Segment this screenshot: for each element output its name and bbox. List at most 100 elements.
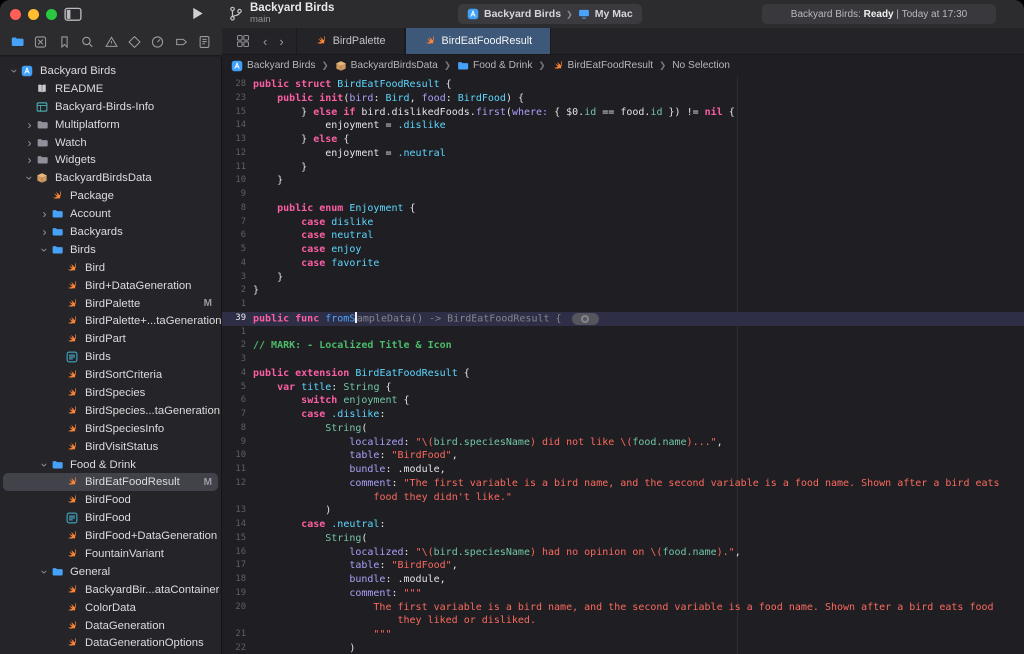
sidebar-item-birdspecies-tageneration[interactable]: BirdSpecies...taGeneration bbox=[0, 402, 221, 420]
code-line[interactable]: 17 table: "BirdFood", bbox=[222, 559, 1024, 573]
sidebar-item-birdfood[interactable]: BirdFood bbox=[0, 491, 221, 509]
sidebar-item-birdsortcriteria[interactable]: BirdSortCriteria bbox=[0, 366, 221, 384]
jump-bar-item-backyard-birds[interactable]: Backyard Birds bbox=[231, 60, 316, 72]
test-navigator-icon[interactable] bbox=[126, 33, 143, 50]
sidebar-item-backyards[interactable]: › Backyards bbox=[0, 223, 221, 241]
code-line[interactable]: 23 public init(bird: Bird, food: BirdFoo… bbox=[222, 92, 1024, 106]
sidebar-item-birdspecies[interactable]: BirdSpecies bbox=[0, 384, 221, 402]
issue-navigator-icon[interactable] bbox=[103, 33, 120, 50]
sidebar-item-birdpart[interactable]: BirdPart bbox=[0, 330, 221, 348]
sidebar-item-food-drink[interactable]: › Food & Drink bbox=[0, 456, 221, 474]
code-line[interactable]: 22 ) bbox=[222, 642, 1024, 654]
sidebar-item-birdeatfoodresult[interactable]: BirdEatFoodResult M bbox=[0, 473, 221, 492]
sidebar-item-birdfood-datageneration[interactable]: BirdFood+DataGeneration bbox=[0, 527, 221, 545]
code-line[interactable]: 7 case .dislike: bbox=[222, 408, 1024, 422]
source-control-navigator-icon[interactable] bbox=[32, 33, 49, 50]
jump-bar-item-food-drink[interactable]: Food & Drink bbox=[457, 60, 532, 72]
code-line[interactable]: 11 bundle: .module, bbox=[222, 463, 1024, 477]
code-line[interactable]: 4 case favorite bbox=[222, 257, 1024, 271]
sidebar-item-birds[interactable]: › Birds bbox=[0, 241, 221, 259]
bookmark-navigator-icon[interactable] bbox=[56, 33, 73, 50]
zoom-window-button[interactable] bbox=[46, 8, 57, 20]
code-line[interactable]: 20 The first variable is a bird name, an… bbox=[222, 601, 1024, 615]
sidebar-item-backyardbir-atacontainer[interactable]: BackyardBir...ataContainer bbox=[0, 581, 221, 599]
sidebar-item-package[interactable]: Package bbox=[0, 187, 221, 205]
go-forward-button[interactable]: › bbox=[279, 34, 283, 49]
sidebar-item-multiplatform[interactable]: › Multiplatform bbox=[0, 116, 221, 134]
sidebar-item-fountainvariant[interactable]: FountainVariant bbox=[0, 545, 221, 563]
code-line[interactable]: 5 case enjoy bbox=[222, 243, 1024, 257]
code-line[interactable]: 7 case dislike bbox=[222, 216, 1024, 230]
destination-name[interactable]: My Mac bbox=[595, 8, 633, 20]
code-line[interactable]: 11 } bbox=[222, 161, 1024, 175]
code-line[interactable]: food they didn't like." bbox=[222, 491, 1024, 505]
disclosure-chevron-icon[interactable]: › bbox=[38, 458, 52, 471]
go-back-button[interactable]: ‹ bbox=[263, 34, 267, 49]
code-line[interactable]: 8 String( bbox=[222, 422, 1024, 436]
scheme-selector[interactable]: Backyard Birds ❯ My Mac bbox=[458, 4, 642, 24]
sidebar-item-bird[interactable]: Bird bbox=[0, 259, 221, 277]
disclosure-chevron-icon[interactable]: › bbox=[38, 208, 51, 220]
run-button[interactable] bbox=[190, 6, 206, 22]
sidebar-item-datageneration[interactable]: DataGeneration bbox=[0, 617, 221, 635]
sidebar-item-birds[interactable]: Birds bbox=[0, 348, 221, 366]
toggle-navigator-icon[interactable] bbox=[64, 5, 82, 23]
sidebar-item-birdpalette[interactable]: BirdPalette M bbox=[0, 295, 221, 313]
minimize-window-button[interactable] bbox=[28, 8, 39, 20]
sidebar-item-colordata[interactable]: ColorData bbox=[0, 599, 221, 617]
code-line[interactable]: 6 case neutral bbox=[222, 229, 1024, 243]
disclosure-chevron-icon[interactable]: › bbox=[23, 172, 37, 185]
sidebar-item-birdspeciesinfo[interactable]: BirdSpeciesInfo bbox=[0, 420, 221, 438]
code-line[interactable]: 21 """ bbox=[222, 628, 1024, 642]
code-line[interactable]: 13 } else { bbox=[222, 133, 1024, 147]
code-line[interactable]: 15 } else if bird.dislikedFoods.first(wh… bbox=[222, 106, 1024, 120]
breakpoint-navigator-icon[interactable] bbox=[173, 33, 190, 50]
code-line[interactable]: 10 } bbox=[222, 174, 1024, 188]
disclosure-chevron-icon[interactable]: › bbox=[38, 243, 52, 256]
jump-bar-item-backyardbirdsdata[interactable]: BackyardBirdsData bbox=[335, 60, 438, 72]
sidebar-item-backyard-birds[interactable]: › Backyard Birds bbox=[0, 62, 221, 80]
sidebar-item-datagenerationoptions[interactable]: DataGenerationOptions bbox=[0, 635, 221, 653]
code-line[interactable]: 8 public enum Enjoyment { bbox=[222, 202, 1024, 216]
disclosure-chevron-icon[interactable]: › bbox=[23, 119, 36, 131]
project-navigator-icon[interactable] bbox=[9, 33, 26, 50]
code-line[interactable]: 6 switch enjoyment { bbox=[222, 394, 1024, 408]
code-line[interactable]: 13 ) bbox=[222, 504, 1024, 518]
code-line[interactable]: 12 comment: "The first variable is a bir… bbox=[222, 477, 1024, 491]
find-navigator-icon[interactable] bbox=[79, 33, 96, 50]
activity-status[interactable]: Backyard Birds: Ready | Today at 17:30 bbox=[762, 4, 996, 24]
jump-bar-item-birdeatfoodresult[interactable]: BirdEatFoodResult bbox=[552, 60, 653, 72]
sidebar-item-birdvisitstatus[interactable]: BirdVisitStatus bbox=[0, 438, 221, 456]
code-line[interactable]: 19 comment: """ bbox=[222, 587, 1024, 601]
sidebar-item-readme[interactable]: README bbox=[0, 80, 221, 98]
sidebar-item-general[interactable]: › General bbox=[0, 563, 221, 581]
code-line[interactable]: 9 bbox=[222, 188, 1024, 202]
report-navigator-icon[interactable] bbox=[196, 33, 213, 50]
tab-birdpalette[interactable]: BirdPalette bbox=[295, 28, 405, 54]
code-line[interactable]: 14 case .neutral: bbox=[222, 518, 1024, 532]
code-line[interactable]: 14 enjoyment = .dislike bbox=[222, 119, 1024, 133]
sidebar-item-widgets[interactable]: › Widgets bbox=[0, 151, 221, 169]
disclosure-chevron-icon[interactable]: › bbox=[8, 64, 22, 77]
code-line[interactable]: 4 public extension BirdEatFoodResult { bbox=[222, 367, 1024, 381]
sidebar-item-backyard-birds-info[interactable]: Backyard-Birds-Info bbox=[0, 98, 221, 116]
debug-navigator-icon[interactable] bbox=[149, 33, 166, 50]
code-line[interactable]: 12 enjoyment = .neutral bbox=[222, 147, 1024, 161]
close-window-button[interactable] bbox=[10, 8, 21, 20]
jump-bar-item-no-selection[interactable]: No Selection bbox=[672, 60, 730, 71]
code-line[interactable]: 3 bbox=[222, 353, 1024, 367]
sidebar-item-account[interactable]: › Account bbox=[0, 205, 221, 223]
code-line[interactable]: 3 } bbox=[222, 271, 1024, 285]
source-editor[interactable]: 28 public struct BirdEatFoodResult {23 pu… bbox=[222, 76, 1024, 654]
related-items-icon[interactable] bbox=[234, 33, 251, 50]
code-line[interactable]: 2} bbox=[222, 284, 1024, 298]
completion-hint-pill[interactable] bbox=[571, 313, 599, 326]
disclosure-chevron-icon[interactable]: › bbox=[38, 226, 51, 238]
code-line[interactable]: 5 var title: String { bbox=[222, 381, 1024, 395]
code-line[interactable]: 1 bbox=[222, 298, 1024, 312]
sidebar-item-bird-datageneration[interactable]: Bird+DataGeneration bbox=[0, 277, 221, 295]
code-line[interactable]: 28 public struct BirdEatFoodResult { bbox=[222, 78, 1024, 92]
code-line[interactable]: 1 bbox=[222, 326, 1024, 340]
code-line[interactable]: 15 String( bbox=[222, 532, 1024, 546]
code-line-current[interactable]: 39 public func fromS ampleData() -> BirdEa… bbox=[222, 311, 1024, 326]
